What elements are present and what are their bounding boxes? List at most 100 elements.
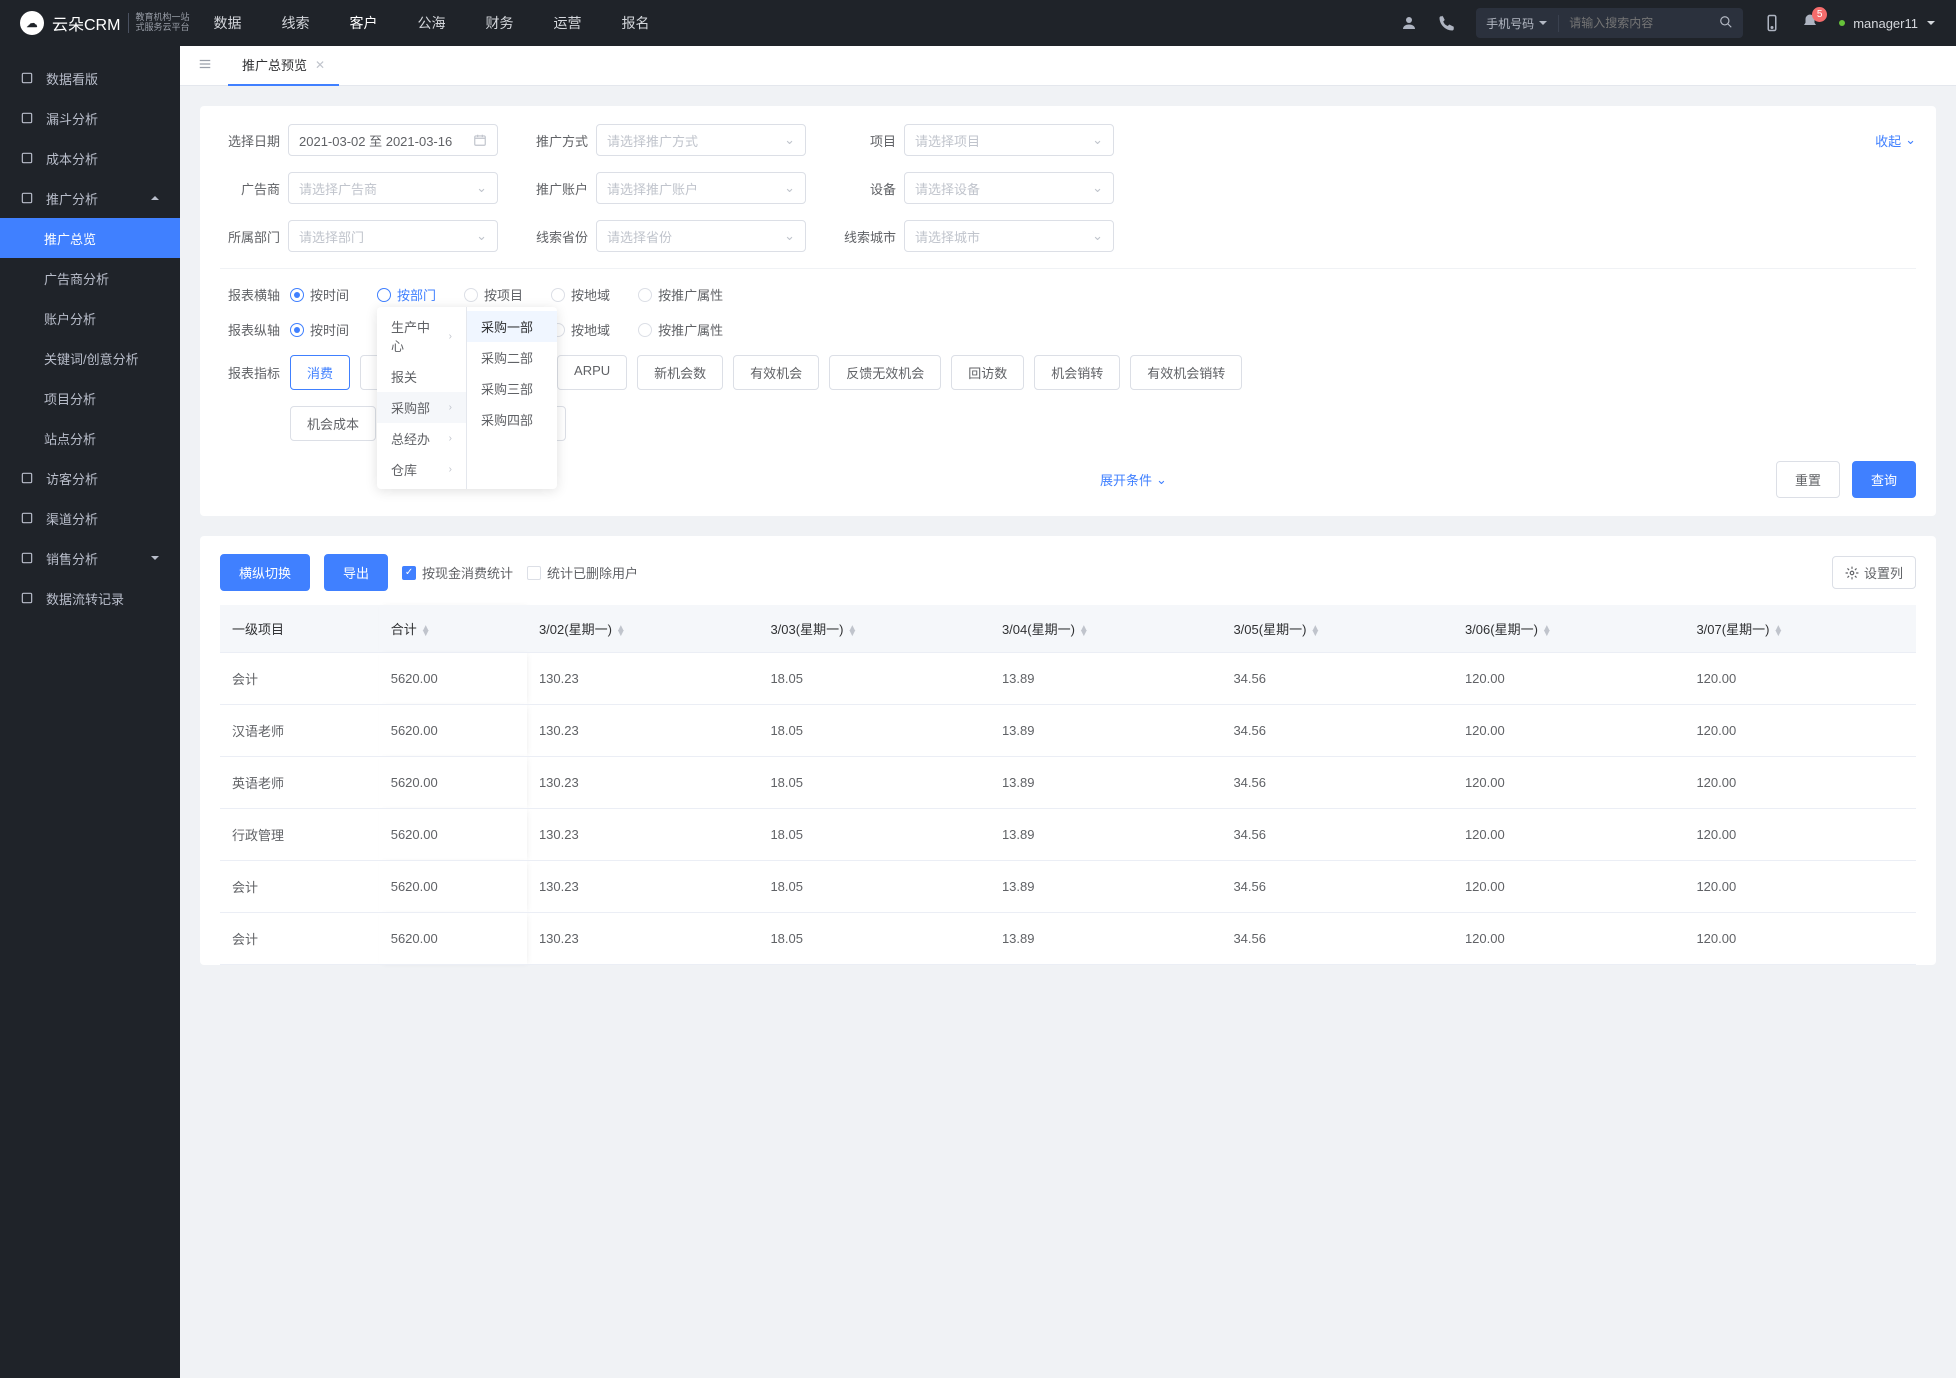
metric-tag[interactable]: 机会销转 <box>1034 355 1120 390</box>
mobile-icon[interactable] <box>1763 14 1781 32</box>
chevron-down-icon: ⌄ <box>1156 472 1167 488</box>
chevron-down-icon: ⌄ <box>1092 228 1103 244</box>
close-icon[interactable]: ✕ <box>315 58 325 72</box>
province-select[interactable]: 请选择省份 ⌄ <box>596 220 806 252</box>
cascader-item[interactable]: 采购一部 <box>467 311 557 342</box>
search-button[interactable] <box>1709 15 1743 32</box>
table-cell: 18.05 <box>758 913 990 965</box>
metric-tag[interactable]: 有效机会销转 <box>1130 355 1242 390</box>
nav-item[interactable]: 公海 <box>417 13 445 33</box>
sidebar-item[interactable]: 访客分析 <box>0 458 180 498</box>
column-header[interactable]: 3/02(星期一)▲▼ <box>527 605 759 653</box>
metric-tag[interactable]: 有效机会 <box>733 355 819 390</box>
sidebar-item[interactable]: 数据看版 <box>0 58 180 98</box>
switch-axis-button[interactable]: 横纵切换 <box>220 554 310 591</box>
column-header[interactable]: 合计▲▼ <box>379 605 527 653</box>
metric-tag[interactable]: 新机会数 <box>637 355 723 390</box>
search-group: 手机号码 <box>1476 8 1743 38</box>
radio-option[interactable]: 按时间 <box>290 320 349 339</box>
sidebar-item[interactable]: 推广分析 <box>0 178 180 218</box>
radio-option[interactable]: 按项目 <box>464 285 523 304</box>
nav-item[interactable]: 数据 <box>213 13 241 33</box>
column-header[interactable]: 3/05(星期一)▲▼ <box>1221 605 1453 653</box>
sidebar-item[interactable]: 成本分析 <box>0 138 180 178</box>
expand-conditions[interactable]: 展开条件 ⌄ <box>1100 470 1167 489</box>
table-cell: 120.00 <box>1453 757 1685 809</box>
radio-option[interactable]: 按时间 <box>290 285 349 304</box>
radio-option[interactable]: 按推广属性 <box>638 285 723 304</box>
cascader-item[interactable]: 总经办› <box>377 423 466 454</box>
column-header[interactable]: 3/04(星期一)▲▼ <box>990 605 1222 653</box>
table-cell: 34.56 <box>1221 705 1453 757</box>
search-type-select[interactable]: 手机号码 <box>1476 15 1559 32</box>
tab-promo-overview[interactable]: 推广总预览 ✕ <box>228 46 339 86</box>
table-cell: 130.23 <box>527 913 759 965</box>
menu-item-icon <box>20 551 34 565</box>
account-select[interactable]: 请选择推广账户 ⌄ <box>596 172 806 204</box>
sidebar-sub-item[interactable]: 推广总览 <box>0 218 180 258</box>
sidebar-sub-item[interactable]: 项目分析 <box>0 378 180 418</box>
table-cell: 英语老师 <box>220 757 379 809</box>
column-settings-button[interactable]: 设置列 <box>1832 556 1916 589</box>
user-menu[interactable]: manager11 <box>1839 16 1936 31</box>
notification-bell[interactable]: 5 <box>1801 13 1819 34</box>
sidebar-item[interactable]: 漏斗分析 <box>0 98 180 138</box>
cascader-item[interactable]: 采购四部 <box>467 404 557 435</box>
query-button[interactable]: 查询 <box>1852 461 1916 498</box>
deleted-stats-checkbox[interactable]: 统计已删除用户 <box>527 563 638 582</box>
nav-item[interactable]: 报名 <box>621 13 649 33</box>
chevron-down-icon: ⌄ <box>1092 180 1103 196</box>
phone-icon[interactable] <box>1438 14 1456 32</box>
logo[interactable]: ☁ 云朵CRM 教育机构一站 式服务云平台 <box>20 11 189 35</box>
nav-item[interactable]: 运营 <box>553 13 581 33</box>
cascader-item[interactable]: 采购三部 <box>467 373 557 404</box>
search-input[interactable] <box>1559 16 1709 30</box>
collapse-filters[interactable]: 收起 ⌄ <box>1875 131 1916 150</box>
cascader-item[interactable]: 采购二部 <box>467 342 557 373</box>
reset-button[interactable]: 重置 <box>1776 461 1840 498</box>
cascader-item[interactable]: 生产中心› <box>377 311 466 361</box>
metric-tag[interactable]: 回访数 <box>951 355 1024 390</box>
method-select[interactable]: 请选择推广方式 ⌄ <box>596 124 806 156</box>
column-header[interactable]: 3/07(星期一)▲▼ <box>1684 605 1916 653</box>
project-select[interactable]: 请选择项目 ⌄ <box>904 124 1114 156</box>
metric-tag[interactable]: ARPU <box>557 355 627 390</box>
sidebar-item[interactable]: 销售分析 <box>0 538 180 578</box>
column-header[interactable]: 3/06(星期一)▲▼ <box>1453 605 1685 653</box>
radio-icon <box>638 323 652 337</box>
user-icon[interactable] <box>1400 14 1418 32</box>
sidebar-item[interactable]: 数据流转记录 <box>0 578 180 618</box>
table-cell: 130.23 <box>527 861 759 913</box>
radio-option[interactable]: 按地域 <box>551 285 610 304</box>
sidebar-sub-item[interactable]: 账户分析 <box>0 298 180 338</box>
cascader-item[interactable]: 报关 <box>377 361 466 392</box>
column-header[interactable]: 一级项目 <box>220 605 379 653</box>
metric-tag[interactable]: 消费 <box>290 355 350 390</box>
city-select[interactable]: 请选择城市 ⌄ <box>904 220 1114 252</box>
menu-item-icon <box>20 191 34 205</box>
sidebar-sub-item[interactable]: 关键词/创意分析 <box>0 338 180 378</box>
export-button[interactable]: 导出 <box>324 554 388 591</box>
sidebar-item[interactable]: 渠道分析 <box>0 498 180 538</box>
cascader-item[interactable]: 采购部› <box>377 392 466 423</box>
radio-option[interactable]: 按推广属性 <box>638 320 723 339</box>
cascader-item[interactable]: 仓库› <box>377 454 466 485</box>
device-select[interactable]: 请选择设备 ⌄ <box>904 172 1114 204</box>
nav-item[interactable]: 线索 <box>281 13 309 33</box>
nav-item[interactable]: 客户 <box>349 13 377 33</box>
cash-stats-checkbox[interactable]: 按现金消费统计 <box>402 563 513 582</box>
nav-item[interactable]: 财务 <box>485 13 513 33</box>
dept-select[interactable]: 请选择部门 ⌄ <box>288 220 498 252</box>
column-header[interactable]: 3/03(星期一)▲▼ <box>758 605 990 653</box>
radio-option[interactable]: 按部门 <box>377 285 436 304</box>
metric-tag[interactable]: 反馈无效机会 <box>829 355 941 390</box>
radio-option[interactable]: 按地域 <box>551 320 610 339</box>
metric-tag[interactable]: 机会成本 <box>290 406 376 441</box>
sidebar-sub-item[interactable]: 站点分析 <box>0 418 180 458</box>
filter-panel: 选择日期 2021-03-02 至 2021-03-16 推广方式 请选择推广方… <box>200 106 1936 516</box>
sidebar-sub-item[interactable]: 广告商分析 <box>0 258 180 298</box>
table-cell: 34.56 <box>1221 809 1453 861</box>
date-range-picker[interactable]: 2021-03-02 至 2021-03-16 <box>288 124 498 156</box>
menu-toggle[interactable] <box>190 57 220 74</box>
advertiser-select[interactable]: 请选择广告商 ⌄ <box>288 172 498 204</box>
